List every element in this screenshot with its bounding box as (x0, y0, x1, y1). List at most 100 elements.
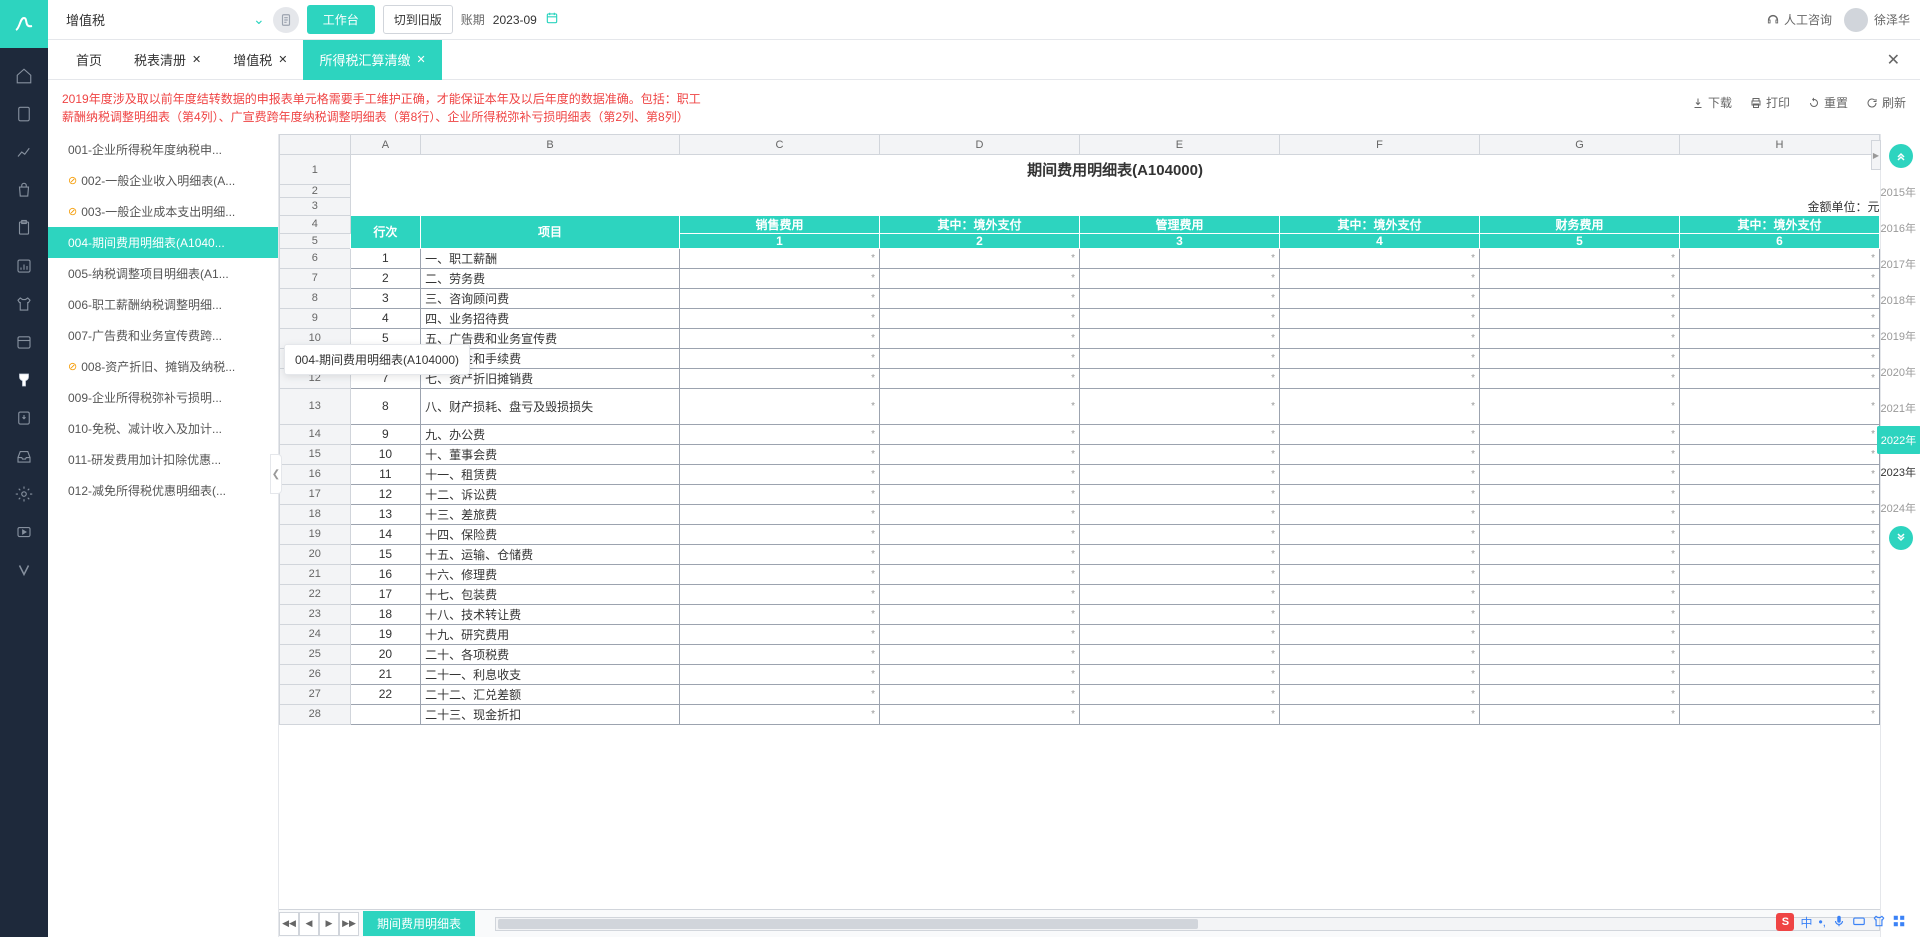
row-header[interactable]: 6 (280, 248, 351, 268)
data-cell[interactable]: * (1679, 268, 1879, 288)
sheet-nav-last[interactable]: ▶▶ (339, 912, 359, 936)
data-cell[interactable]: * (679, 348, 879, 368)
data-cell[interactable]: * (1079, 464, 1279, 484)
data-cell[interactable]: * (879, 248, 1079, 268)
data-cell[interactable]: * (879, 684, 1079, 704)
data-cell[interactable]: * (1079, 624, 1279, 644)
data-cell[interactable]: * (679, 504, 879, 524)
data-cell[interactable]: * (1679, 524, 1879, 544)
row-index-cell[interactable]: 13 (350, 504, 421, 524)
data-cell[interactable]: * (1279, 684, 1479, 704)
data-cell[interactable]: * (879, 288, 1079, 308)
row-index-cell[interactable]: 21 (350, 664, 421, 684)
data-cell[interactable]: * (679, 584, 879, 604)
data-cell[interactable]: * (1279, 348, 1479, 368)
form-list-item[interactable]: 010-免税、减计收入及加计... (48, 413, 278, 444)
item-name-cell[interactable]: 一、职工薪酬 (421, 248, 680, 268)
item-name-cell[interactable]: 十八、技术转让费 (421, 604, 680, 624)
data-cell[interactable]: * (679, 328, 879, 348)
data-cell[interactable]: * (679, 704, 879, 724)
data-cell[interactable]: * (879, 444, 1079, 464)
row-header[interactable]: 27 (280, 684, 351, 704)
data-cell[interactable]: * (1479, 444, 1679, 464)
item-name-cell[interactable]: 十二、诉讼费 (421, 484, 680, 504)
nav-gear-icon[interactable] (14, 484, 34, 504)
data-cell[interactable]: * (879, 388, 1079, 424)
close-all-tabs-icon[interactable]: ✕ (1879, 50, 1908, 70)
row-header[interactable]: 14 (280, 424, 351, 444)
ime-voice-icon[interactable] (1832, 914, 1846, 931)
item-name-cell[interactable]: 十九、研究费用 (421, 624, 680, 644)
nav-chart-icon[interactable] (14, 142, 34, 162)
row-index-cell[interactable]: 20 (350, 644, 421, 664)
data-cell[interactable]: * (1479, 504, 1679, 524)
data-cell[interactable]: * (1279, 624, 1479, 644)
horizontal-scrollbar[interactable] (495, 917, 1880, 931)
data-cell[interactable]: * (879, 704, 1079, 724)
data-cell[interactable]: * (1679, 604, 1879, 624)
data-cell[interactable]: * (679, 544, 879, 564)
row-index-cell[interactable]: 14 (350, 524, 421, 544)
data-cell[interactable]: * (1279, 504, 1479, 524)
data-cell[interactable]: * (1079, 584, 1279, 604)
data-cell[interactable]: * (1279, 248, 1479, 268)
data-cell[interactable]: * (879, 504, 1079, 524)
nav-home-icon[interactable] (14, 66, 34, 86)
spreadsheet[interactable]: ABCDEFGH1期间费用明细表(A104000)23金额单位：元4行次项目销售… (279, 134, 1880, 909)
data-cell[interactable]: * (1479, 584, 1679, 604)
data-cell[interactable]: * (879, 564, 1079, 584)
year-item[interactable]: 2019年 (1881, 318, 1920, 354)
data-cell[interactable]: * (879, 624, 1079, 644)
year-scroll-up[interactable] (1889, 144, 1913, 168)
form-list-item[interactable]: 007-广告费和业务宣传费跨... (48, 320, 278, 351)
row-index-cell[interactable]: 22 (350, 684, 421, 704)
data-cell[interactable]: * (1279, 544, 1479, 564)
data-cell[interactable]: * (1079, 644, 1279, 664)
data-cell[interactable]: * (879, 524, 1079, 544)
row-header[interactable]: 1 (280, 155, 351, 185)
data-cell[interactable]: * (679, 684, 879, 704)
data-cell[interactable]: * (1279, 424, 1479, 444)
row-index-cell[interactable]: 17 (350, 584, 421, 604)
tab-1[interactable]: 税表清册✕ (118, 40, 217, 80)
row-header[interactable]: 9 (280, 308, 351, 328)
data-cell[interactable]: * (1679, 464, 1879, 484)
data-cell[interactable]: * (1479, 684, 1679, 704)
nav-v-icon[interactable] (14, 560, 34, 580)
row-header[interactable]: 4 (280, 215, 351, 233)
ime-skin-icon[interactable] (1872, 914, 1886, 931)
data-cell[interactable]: * (679, 444, 879, 464)
row-index-cell[interactable]: 16 (350, 564, 421, 584)
form-list-item[interactable]: ⊘002-一般企业收入明细表(A... (48, 165, 278, 196)
nav-doc-icon[interactable] (14, 104, 34, 124)
form-list-item[interactable]: 006-职工薪酬纳税调整明细... (48, 289, 278, 320)
data-cell[interactable]: * (1479, 664, 1679, 684)
form-list-item[interactable]: 001-企业所得税年度纳税申... (48, 134, 278, 165)
data-cell[interactable]: * (1679, 348, 1879, 368)
data-cell[interactable]: * (1479, 484, 1679, 504)
column-header[interactable]: G (1479, 135, 1679, 155)
form-list-item[interactable]: 009-企业所得税弥补亏损明... (48, 382, 278, 413)
workbench-button[interactable]: 工作台 (307, 5, 375, 34)
row-index-cell[interactable]: 9 (350, 424, 421, 444)
data-cell[interactable]: * (879, 348, 1079, 368)
data-cell[interactable]: * (1679, 664, 1879, 684)
item-name-cell[interactable]: 四、业务招待费 (421, 308, 680, 328)
data-cell[interactable]: * (1079, 684, 1279, 704)
item-name-cell[interactable]: 八、财产损耗、盘亏及毁损损失 (421, 388, 680, 424)
calendar-icon[interactable] (545, 11, 559, 28)
year-item[interactable]: 2016年 (1881, 210, 1920, 246)
row-index-cell[interactable]: 19 (350, 624, 421, 644)
refresh-button[interactable]: 刷新 (1866, 94, 1906, 111)
row-index-cell[interactable]: 8 (350, 388, 421, 424)
row-header[interactable]: 26 (280, 664, 351, 684)
row-header[interactable]: 20 (280, 544, 351, 564)
data-cell[interactable]: * (1279, 444, 1479, 464)
item-name-cell[interactable]: 十四、保险费 (421, 524, 680, 544)
sheet-nav-next[interactable]: ▶ (319, 912, 339, 936)
row-header[interactable]: 2 (280, 185, 351, 198)
data-cell[interactable]: * (879, 664, 1079, 684)
data-cell[interactable]: * (1479, 524, 1679, 544)
sheet-nav-prev[interactable]: ◀ (299, 912, 319, 936)
data-cell[interactable]: * (1079, 504, 1279, 524)
